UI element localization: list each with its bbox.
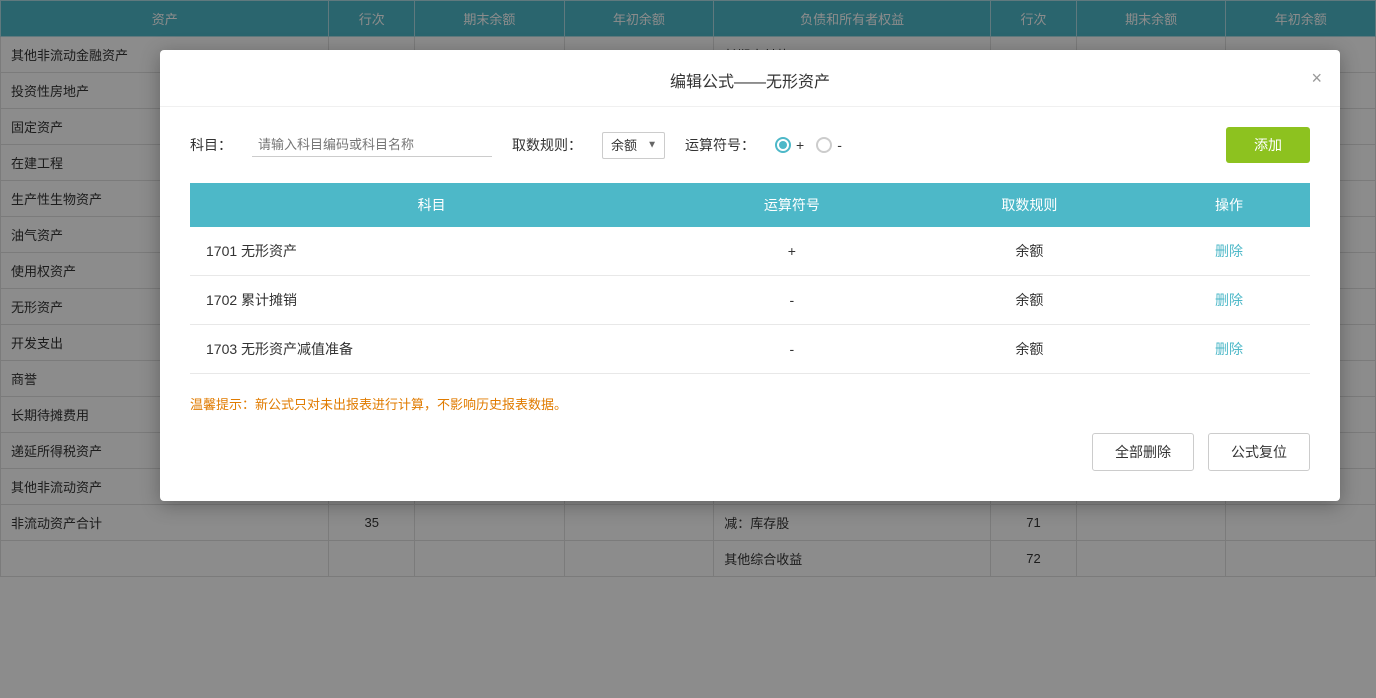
col-header-rule: 取数规则 (911, 183, 1148, 227)
radio-minus-label: - (837, 137, 842, 153)
radio-plus-label: + (796, 137, 804, 153)
row3-operator: - (673, 325, 910, 374)
row1-delete-link[interactable]: 删除 (1215, 243, 1243, 259)
radio-plus[interactable]: + (775, 137, 804, 153)
table-row: 1703 无形资产减值准备 - 余额 删除 (190, 325, 1310, 374)
col-header-subject: 科目 (190, 183, 673, 227)
row3-action: 删除 (1148, 325, 1310, 374)
delete-all-button[interactable]: 全部删除 (1092, 433, 1194, 471)
col-header-operator: 运算符号 (673, 183, 910, 227)
warning-text: 温馨提示：新公式只对未出报表进行计算，不影响历史报表数据。 (160, 394, 1340, 433)
row2-delete-link[interactable]: 删除 (1215, 292, 1243, 308)
row2-rule: 余额 (911, 276, 1148, 325)
bottom-buttons: 全部删除 公式复位 (160, 433, 1340, 471)
row1-action: 删除 (1148, 227, 1310, 276)
data-table-wrapper: 科目 运算符号 取数规则 操作 1701 无形资产 + 余额 删除 1702 累… (160, 183, 1340, 374)
formula-table: 科目 运算符号 取数规则 操作 1701 无形资产 + 余额 删除 1702 累… (190, 183, 1310, 374)
edit-formula-modal: 编辑公式——无形资产 × 科目： 取数规则： 余额 借方 贷方 ▼ 运算符号： … (160, 50, 1340, 501)
row1-operator: + (673, 227, 910, 276)
row2-operator: - (673, 276, 910, 325)
radio-minus[interactable]: - (816, 137, 842, 153)
radio-minus-circle (816, 137, 832, 153)
reset-formula-button[interactable]: 公式复位 (1208, 433, 1310, 471)
rule-label: 取数规则： (512, 135, 582, 155)
row1-rule: 余额 (911, 227, 1148, 276)
row2-action: 删除 (1148, 276, 1310, 325)
operator-label: 运算符号： (685, 135, 755, 155)
table-row: 1701 无形资产 + 余额 删除 (190, 227, 1310, 276)
row3-subject: 1703 无形资产减值准备 (190, 325, 673, 374)
row3-delete-link[interactable]: 删除 (1215, 341, 1243, 357)
row3-rule: 余额 (911, 325, 1148, 374)
col-header-action: 操作 (1148, 183, 1310, 227)
modal-header: 编辑公式——无形资产 × (160, 50, 1340, 107)
row2-subject: 1702 累计摊销 (190, 276, 673, 325)
subject-input[interactable] (252, 133, 492, 157)
row1-subject: 1701 无形资产 (190, 227, 673, 276)
modal-title: 编辑公式——无形资产 (670, 68, 830, 92)
radio-plus-circle (775, 137, 791, 153)
add-button[interactable]: 添加 (1226, 127, 1310, 163)
subject-label: 科目： (190, 135, 232, 155)
rule-select-wrapper: 余额 借方 贷方 ▼ (602, 132, 665, 159)
table-header-row: 科目 运算符号 取数规则 操作 (190, 183, 1310, 227)
close-button[interactable]: × (1311, 69, 1322, 87)
operator-radio-group: + - (775, 137, 842, 153)
form-row: 科目： 取数规则： 余额 借方 贷方 ▼ 运算符号： + - 添加 (160, 107, 1340, 183)
table-row: 1702 累计摊销 - 余额 删除 (190, 276, 1310, 325)
rule-select[interactable]: 余额 借方 贷方 (602, 132, 665, 159)
